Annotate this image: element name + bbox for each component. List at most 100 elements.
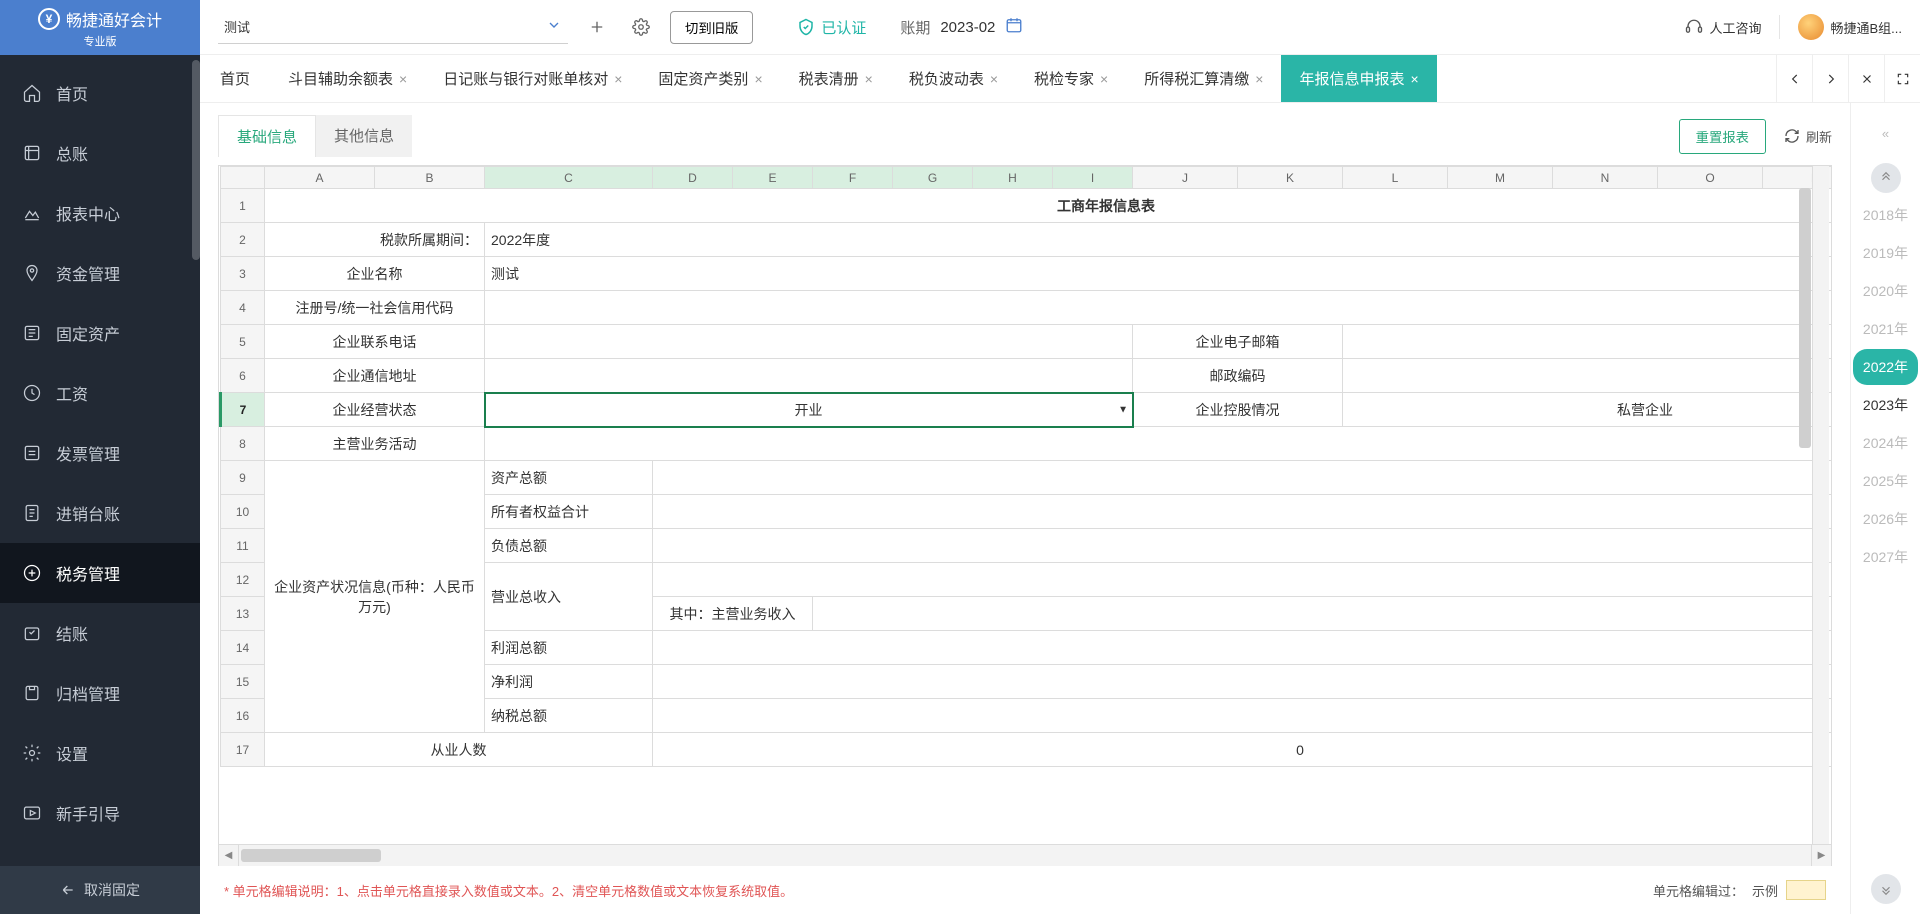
year-down-button[interactable] xyxy=(1871,874,1901,904)
subtab-0[interactable]: 基础信息 xyxy=(218,115,316,157)
sidebar-item-2[interactable]: 报表中心 xyxy=(0,183,200,243)
business-status-dropdown[interactable]: 开业▼ xyxy=(485,393,1133,427)
row-header[interactable]: 15 xyxy=(221,665,265,699)
year-item-9[interactable]: 2027年 xyxy=(1853,539,1918,575)
company-selector[interactable]: 测试 xyxy=(218,10,568,44)
year-item-0[interactable]: 2018年 xyxy=(1853,197,1918,233)
fullscreen-button[interactable] xyxy=(1884,55,1920,102)
close-icon[interactable]: × xyxy=(1100,71,1108,87)
cell-value[interactable] xyxy=(485,359,1133,393)
col-header[interactable]: L xyxy=(1343,167,1448,189)
row-header[interactable]: 13 xyxy=(221,597,265,631)
old-version-button[interactable]: 切到旧版 xyxy=(670,11,753,44)
add-button[interactable] xyxy=(582,12,612,42)
row-header[interactable]: 16 xyxy=(221,699,265,733)
tab-5[interactable]: 税检专家× xyxy=(1016,55,1126,102)
year-item-2[interactable]: 2020年 xyxy=(1853,273,1918,309)
tabs-prev[interactable] xyxy=(1776,55,1812,102)
year-item-4[interactable]: 2022年 xyxy=(1853,349,1918,385)
tab-0[interactable]: 斗目辅助余额表× xyxy=(270,55,425,102)
tabs-next[interactable] xyxy=(1812,55,1848,102)
scroll-thumb[interactable] xyxy=(241,849,381,862)
close-icon[interactable]: × xyxy=(865,71,873,87)
year-item-5[interactable]: 2023年 xyxy=(1853,387,1918,423)
cell-value[interactable] xyxy=(653,563,1832,597)
settings-icon[interactable] xyxy=(626,12,656,42)
sidebar-item-8[interactable]: 税务管理 xyxy=(0,543,200,603)
col-header[interactable]: E xyxy=(733,167,813,189)
close-icon[interactable]: × xyxy=(990,71,998,87)
cell-value[interactable] xyxy=(653,495,1832,529)
close-icon[interactable]: × xyxy=(1255,71,1263,87)
row-header[interactable]: 14 xyxy=(221,631,265,665)
tab-2[interactable]: 固定资产类别× xyxy=(640,55,780,102)
sidebar-item-3[interactable]: 资金管理 xyxy=(0,243,200,303)
accounting-period[interactable]: 账期 2023-02 xyxy=(900,16,1023,38)
close-icon[interactable]: × xyxy=(399,71,407,87)
col-header[interactable]: N xyxy=(1553,167,1658,189)
cell-value[interactable]: 2022年度 xyxy=(485,223,1832,257)
year-item-6[interactable]: 2024年 xyxy=(1853,425,1918,461)
col-header[interactable]: O xyxy=(1658,167,1763,189)
horizontal-scrollbar[interactable]: ◀ ▶ xyxy=(219,844,1831,866)
year-item-7[interactable]: 2025年 xyxy=(1853,463,1918,499)
col-header[interactable]: G xyxy=(893,167,973,189)
user-menu[interactable]: 畅捷通B组... xyxy=(1798,14,1902,40)
close-icon[interactable]: × xyxy=(614,71,622,87)
tabs-close-all[interactable] xyxy=(1848,55,1884,102)
col-header[interactable]: K xyxy=(1238,167,1343,189)
tab-4[interactable]: 税负波动表× xyxy=(891,55,1016,102)
col-header[interactable] xyxy=(221,167,265,189)
tab-6[interactable]: 所得税汇算清缴× xyxy=(1126,55,1281,102)
tab-3[interactable]: 税表清册× xyxy=(781,55,891,102)
tab-7[interactable]: 年报信息申报表× xyxy=(1281,55,1436,102)
row-header[interactable]: 2 xyxy=(221,223,265,257)
year-item-8[interactable]: 2026年 xyxy=(1853,501,1918,537)
sidebar-item-4[interactable]: 固定资产 xyxy=(0,303,200,363)
row-header[interactable]: 9 xyxy=(221,461,265,495)
sidebar-item-6[interactable]: 发票管理 xyxy=(0,423,200,483)
sidebar-item-7[interactable]: 进销台账 xyxy=(0,483,200,543)
col-header[interactable]: P xyxy=(1763,167,1832,189)
year-item-3[interactable]: 2021年 xyxy=(1853,311,1918,347)
sidebar-item-0[interactable]: 首页 xyxy=(0,63,200,123)
row-header[interactable]: 3 xyxy=(221,257,265,291)
scroll-right-icon[interactable]: ▶ xyxy=(1811,845,1831,866)
row-header[interactable]: 5 xyxy=(221,325,265,359)
sidebar-item-9[interactable]: 结账 xyxy=(0,603,200,663)
cell-value[interactable] xyxy=(813,597,1832,631)
row-header[interactable]: 8 xyxy=(221,427,265,461)
vertical-scrollbar[interactable] xyxy=(1799,188,1811,448)
cell-value[interactable] xyxy=(653,461,1832,495)
col-header[interactable]: F xyxy=(813,167,893,189)
cell-value[interactable] xyxy=(653,529,1832,563)
close-icon[interactable]: × xyxy=(754,71,762,87)
cell-value[interactable] xyxy=(485,427,1832,461)
scroll-left-icon[interactable]: ◀ xyxy=(219,845,239,866)
row-header[interactable]: 10 xyxy=(221,495,265,529)
col-header[interactable]: C xyxy=(485,167,653,189)
cell-value[interactable] xyxy=(653,665,1832,699)
row-header[interactable]: 7 xyxy=(221,393,265,427)
sidebar-item-5[interactable]: 工资 xyxy=(0,363,200,423)
cell-value[interactable] xyxy=(653,631,1832,665)
unpin-button[interactable]: 取消固定 xyxy=(0,866,200,914)
cell-value[interactable] xyxy=(1343,359,1832,393)
col-header[interactable]: I xyxy=(1053,167,1133,189)
col-header[interactable]: A xyxy=(265,167,375,189)
row-header[interactable]: 12 xyxy=(221,563,265,597)
cell-value[interactable] xyxy=(485,291,1832,325)
reset-report-button[interactable]: 重置报表 xyxy=(1679,119,1766,154)
refresh-button[interactable]: 刷新 xyxy=(1784,127,1832,146)
row-header[interactable]: 6 xyxy=(221,359,265,393)
rail-collapse-icon[interactable]: « xyxy=(1876,113,1896,153)
year-up-button[interactable] xyxy=(1871,163,1901,193)
cell-value[interactable]: 测试 xyxy=(485,257,1832,291)
sidebar-item-12[interactable]: 新手引导 xyxy=(0,783,200,843)
cell-value[interactable] xyxy=(1343,325,1832,359)
cell-value[interactable]: 0 xyxy=(653,733,1832,767)
col-header[interactable]: H xyxy=(973,167,1053,189)
sidebar-scrollbar[interactable] xyxy=(192,60,200,260)
subtab-1[interactable]: 其他信息 xyxy=(316,115,412,157)
col-header[interactable]: J xyxy=(1133,167,1238,189)
